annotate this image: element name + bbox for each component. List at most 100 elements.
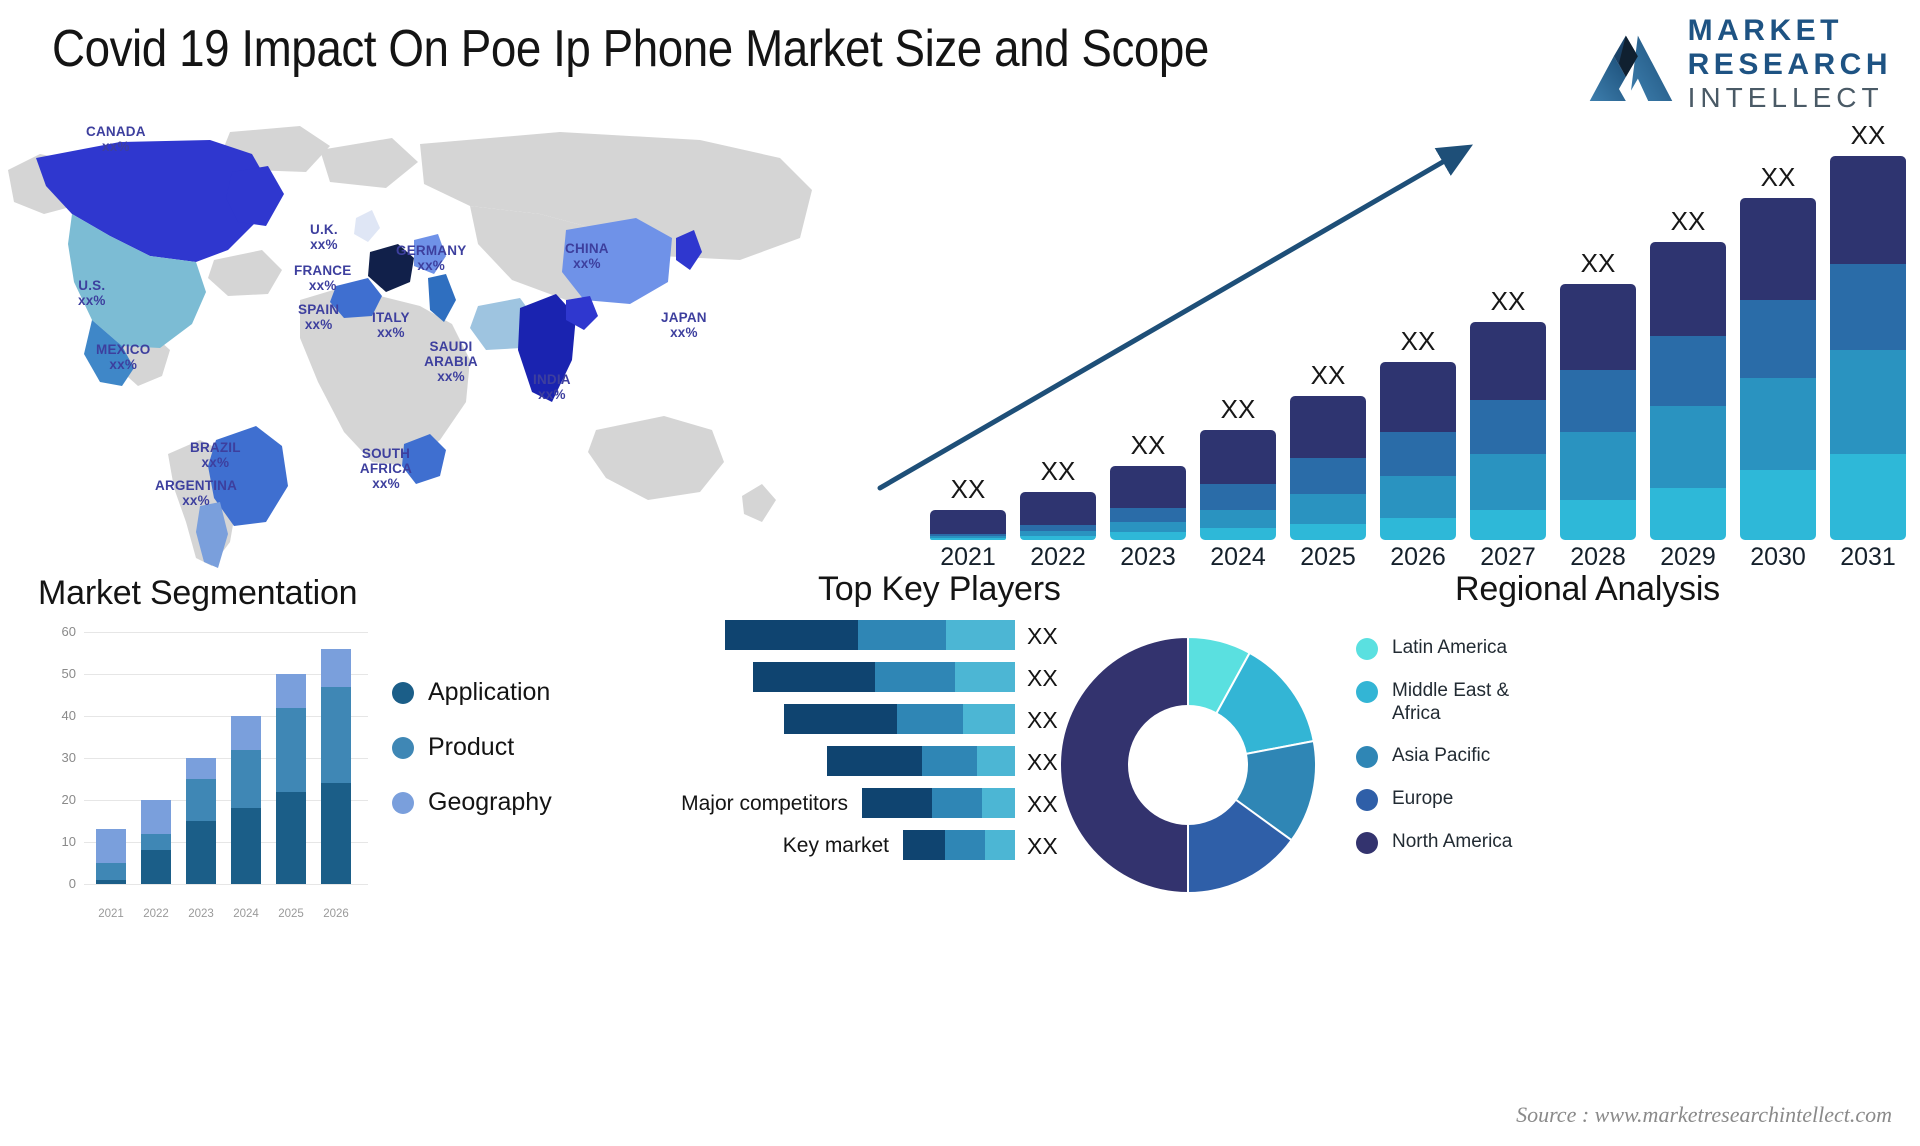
forecast-bar-segment	[1740, 300, 1816, 378]
legend-item-application: Application	[392, 678, 552, 707]
forecast-year-label: 2025	[1300, 543, 1356, 571]
segmentation-bar-segment	[96, 829, 126, 864]
forecast-year-label: 2021	[940, 543, 996, 571]
forecast-bar-segment	[1380, 518, 1456, 540]
forecast-bar	[1380, 362, 1456, 540]
player-bar-segment	[784, 704, 897, 734]
legend-dot-icon	[392, 681, 414, 704]
legend-dot-icon	[1356, 746, 1378, 768]
segmentation-bar-segment	[141, 850, 171, 884]
forecast-bar	[1560, 284, 1636, 540]
player-row-label: Key market	[782, 834, 889, 857]
legend-dot-icon	[1356, 638, 1378, 660]
forecast-year-label: 2024	[1210, 543, 1266, 571]
forecast-bar-segment	[1740, 378, 1816, 470]
forecast-bar-segment	[1200, 484, 1276, 510]
player-bar-segment	[897, 704, 963, 734]
segmentation-bar	[96, 829, 126, 884]
segmentation-x-label: 2026	[323, 908, 349, 920]
segmentation-gridline	[84, 884, 368, 885]
player-bar-segment	[903, 830, 945, 860]
forecast-bar-value: XX	[1310, 360, 1346, 390]
player-bar-value: XX	[1027, 833, 1058, 859]
forecast-bar-segment	[1380, 476, 1456, 518]
player-bar-value: XX	[1027, 665, 1058, 691]
world-map: CANADA xx% U.S. xx% MEXICO xx% BRAZIL xx% AR…	[0, 110, 840, 570]
forecast-year-label: 2030	[1750, 543, 1806, 571]
forecast-bar	[1110, 466, 1186, 540]
donut-svg	[1059, 635, 1317, 895]
forecast-bar-segment	[930, 510, 1006, 534]
segmentation-bar-segment	[186, 821, 216, 884]
segmentation-bar-segment	[186, 779, 216, 821]
player-bar-segment	[753, 662, 875, 692]
player-bar-segment	[955, 662, 1015, 692]
forecast-year-label: 2022	[1030, 543, 1086, 571]
map-label-canada: CANADA xx%	[86, 124, 146, 154]
regional-legend-label: Europe	[1392, 788, 1454, 809]
forecast-bar-value: XX	[1490, 286, 1526, 316]
segmentation-gridline	[84, 632, 368, 633]
forecast-bar-value: XX	[1670, 206, 1706, 236]
regional-legend-label: Latin America	[1392, 637, 1508, 658]
player-bar-segment	[946, 620, 1015, 650]
forecast-bar-segment	[1200, 528, 1276, 540]
player-bar-value: XX	[1027, 623, 1058, 649]
map-label-mexico: MEXICO xx%	[96, 342, 151, 372]
forecast-bar-segment	[1110, 466, 1186, 508]
segmentation-y-tick: 60	[61, 624, 76, 639]
regional-legend-label: Middle East & Africa	[1392, 680, 1510, 724]
player-bar-segment	[858, 620, 946, 650]
forecast-bar-segment	[1560, 284, 1636, 370]
forecast-bar	[1740, 198, 1816, 540]
segmentation-x-label: 2024	[233, 908, 259, 920]
forecast-bar-segment	[1110, 522, 1186, 532]
forecast-bar-segment	[1380, 432, 1456, 476]
player-bar-segment	[977, 746, 1015, 776]
segmentation-y-tick: 20	[61, 792, 76, 807]
forecast-bar	[1650, 242, 1726, 540]
source-line: Source : www.marketresearchintellect.com	[1516, 1102, 1892, 1127]
segmentation-x-label: 2023	[188, 908, 214, 920]
segmentation-bar-segment	[231, 749, 261, 809]
regional-legend-label: Asia Pacific	[1392, 745, 1491, 766]
player-bar-segment	[945, 830, 985, 860]
player-bar-segment	[982, 788, 1015, 818]
forecast-bar-segment	[1290, 494, 1366, 524]
map-label-india: INDIA xx%	[533, 372, 571, 402]
forecast-bar-segment	[1470, 400, 1546, 454]
segmentation-x-label: 2025	[278, 908, 304, 920]
regional-donut-chart	[1058, 635, 1318, 895]
forecast-bar-segment	[930, 538, 1006, 540]
forecast-bar-segment	[1830, 454, 1906, 540]
forecast-bar-value: XX	[1040, 456, 1076, 486]
player-bar	[753, 662, 1015, 692]
forecast-bar-segment	[1110, 532, 1186, 540]
forecast-bar-segment	[1200, 430, 1276, 484]
segmentation-bar	[276, 674, 306, 884]
segmentation-bar-segment	[231, 716, 261, 750]
player-bar	[725, 620, 1015, 650]
legend-dot-icon	[392, 791, 414, 814]
forecast-bar-value: XX	[1580, 248, 1616, 278]
segmentation-bar	[141, 800, 171, 884]
legend-dot-icon	[1356, 832, 1378, 854]
map-label-brazil: BRAZIL xx%	[190, 440, 241, 470]
forecast-bar-segment	[1740, 470, 1816, 540]
forecast-bar-value: XX	[1850, 120, 1886, 150]
logo-line-market: MARKET	[1687, 14, 1843, 47]
segmentation-bar	[186, 758, 216, 884]
map-label-us: U.S. xx%	[78, 278, 106, 308]
segmentation-bar-segment	[276, 674, 306, 708]
segmentation-y-tick: 50	[61, 666, 76, 681]
player-bar-segment	[963, 704, 1015, 734]
player-bar-segment	[985, 830, 1015, 860]
player-bar	[903, 830, 1015, 860]
segmentation-chart: 60 50 40 30 20 10 0 2021 2022 2023 2024 2025 2026	[38, 624, 368, 920]
regional-analysis-title: Regional Analysis	[1455, 570, 1720, 608]
forecast-bar-segment	[1830, 156, 1906, 264]
map-label-germany: GERMANY xx%	[396, 243, 467, 273]
player-bar-segment	[932, 788, 982, 818]
forecast-bar-value: XX	[1220, 394, 1256, 424]
logo-wordmark: MARKET RESEARCH INTELLECT	[1688, 16, 1892, 112]
